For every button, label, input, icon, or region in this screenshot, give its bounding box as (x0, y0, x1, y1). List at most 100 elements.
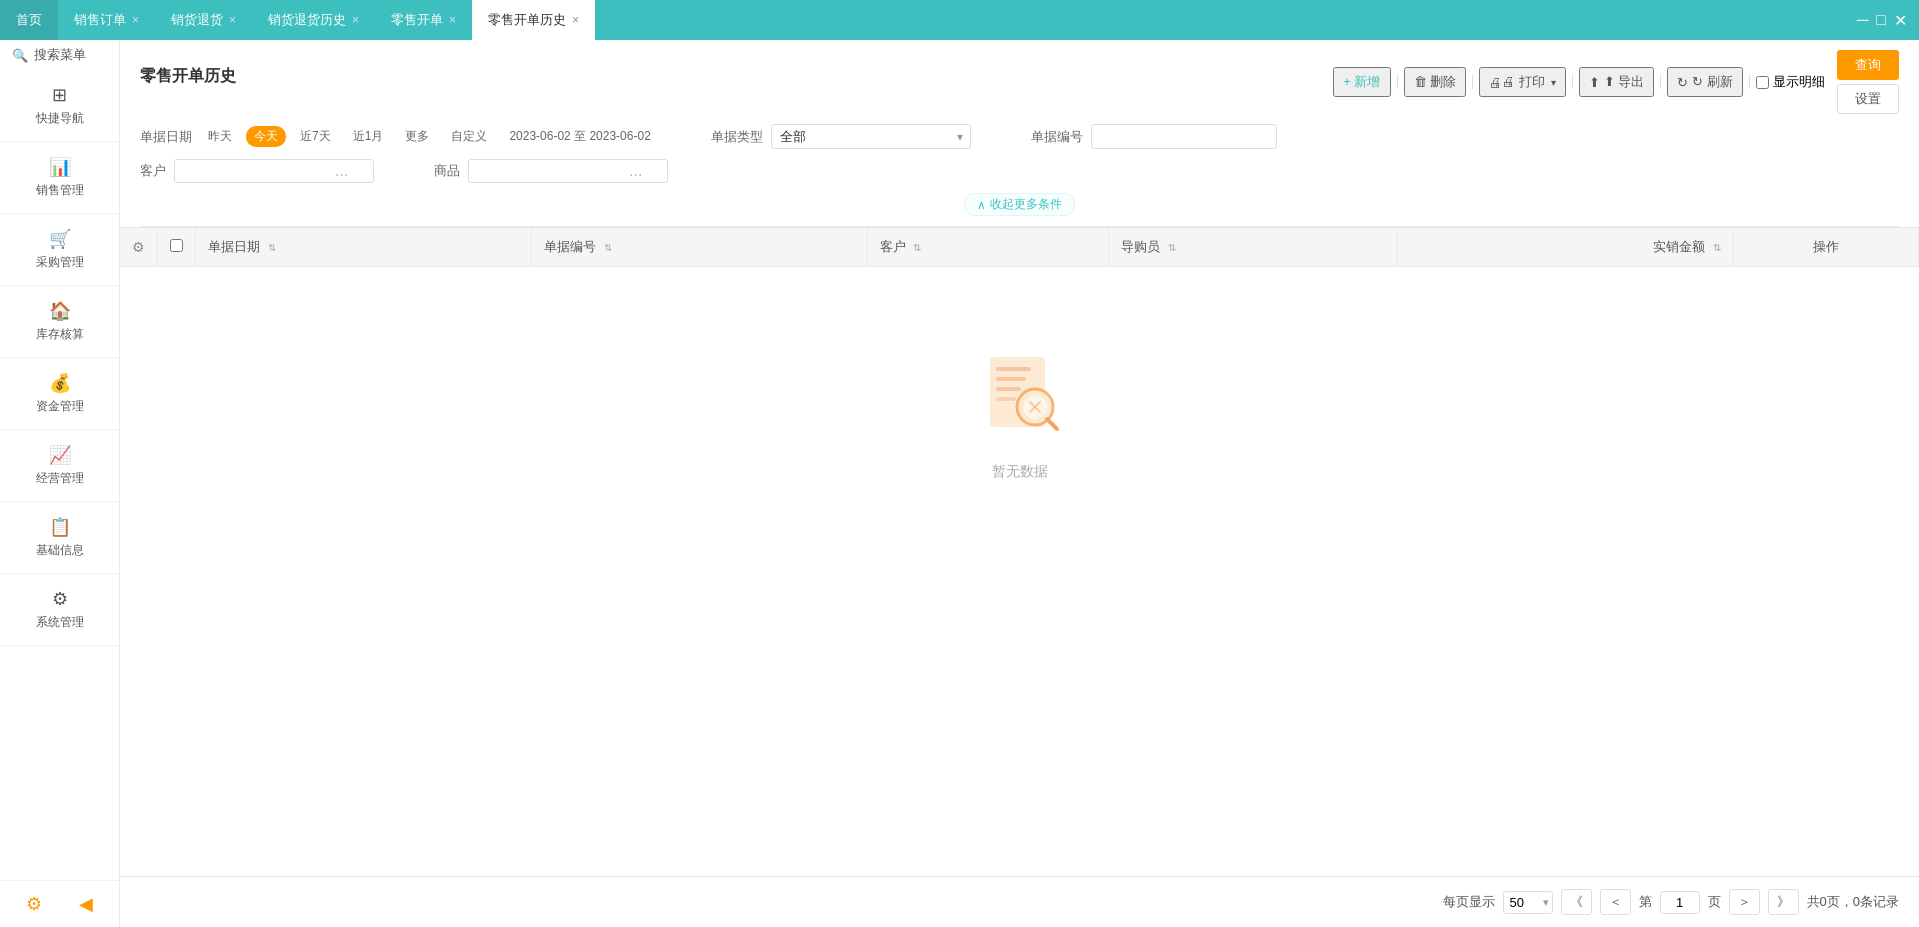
sidebar-item-sales-mgmt[interactable]: 📊 销售管理 (0, 142, 119, 214)
sidebar-item-inventory[interactable]: 🏠 库存核算 (0, 286, 119, 358)
search-icon: 🔍 (12, 48, 28, 63)
customer-dots-icon[interactable]: ... (331, 162, 352, 180)
date-last1m[interactable]: 近1月 (345, 126, 392, 147)
window-max-icon[interactable]: □ (1876, 11, 1886, 29)
header-actions: + 新增 🗑 删除 🖨 🖨 打印 ▾ ⬆ ⬆ 导出 (1333, 67, 1825, 97)
table-area: ⚙ 单据日期 ⇅ 单据编号 ⇅ (120, 228, 1919, 876)
th-amount: 实销金额 ⇅ (1398, 228, 1734, 267)
sidebar-search[interactable]: 🔍 搜索菜单 (0, 40, 119, 70)
sidebar-item-purchase-mgmt[interactable]: 🛒 采购管理 (0, 214, 119, 286)
date-last7[interactable]: 近7天 (292, 126, 339, 147)
svg-rect-1 (996, 367, 1031, 371)
divider4 (1660, 75, 1661, 89)
display-detail-checkbox[interactable] (1756, 76, 1769, 89)
tab-sales-return-history[interactable]: 销货退货历史 × (252, 0, 375, 40)
docno-input[interactable] (1091, 124, 1277, 149)
filter-row-2: 客户 ... 商品 ... (140, 159, 1899, 183)
customer-input-wrap[interactable]: ... (174, 159, 374, 183)
tab-sales-return-history-close[interactable]: × (352, 13, 359, 27)
content-area: 零售开单历史 + 新增 🗑 删除 🖨 🖨 打印 ▾ ⬆ ⬆ 导出 (120, 40, 1919, 927)
sort-docno-icon[interactable]: ⇅ (604, 242, 612, 253)
finance-icon: 💰 (49, 372, 71, 394)
type-select[interactable]: 全部 普通零售 会员零售 (771, 124, 971, 149)
tab-sales-order[interactable]: 销售订单 × (58, 0, 155, 40)
window-min-icon[interactable]: ─ (1857, 11, 1868, 29)
page-size-select[interactable]: 50 20 100 200 (1503, 891, 1553, 914)
window-close-icon[interactable]: ✕ (1894, 11, 1907, 30)
sidebar-item-operation[interactable]: 📈 经营管理 (0, 430, 119, 502)
page-number-input[interactable] (1660, 891, 1700, 914)
date-yesterday[interactable]: 昨天 (200, 126, 240, 147)
filter-row-1: 单据日期 昨天 今天 近7天 近1月 更多 自定义 2023-06-02 至 2… (140, 124, 1899, 149)
tab-sales-order-close[interactable]: × (132, 13, 139, 27)
th-checkbox (158, 228, 196, 267)
tab-sales-return[interactable]: 销货退货 × (155, 0, 252, 40)
sort-guide-icon[interactable]: ⇅ (1168, 242, 1176, 253)
export-button[interactable]: ⬆ ⬆ 导出 (1579, 67, 1655, 97)
table-settings-icon[interactable]: ⚙ (132, 239, 145, 255)
last-page-button[interactable]: 》 (1768, 889, 1799, 915)
empty-state: 暂无数据 (120, 267, 1919, 561)
top-nav: 首页 销售订单 × 销货退货 × 销货退货历史 × 零售开单 × 零售开单历史 … (0, 0, 1919, 40)
tab-home[interactable]: 首页 (0, 0, 58, 40)
date-today[interactable]: 今天 (246, 126, 286, 147)
type-select-wrap: 全部 普通零售 会员零售 (771, 124, 971, 149)
sys-mgmt-icon: ⚙ (52, 588, 68, 610)
sort-amount-icon[interactable]: ⇅ (1713, 242, 1721, 253)
select-all-checkbox[interactable] (170, 239, 183, 252)
print-button[interactable]: 🖨 🖨 打印 ▾ (1479, 67, 1566, 97)
tab-retail-open-history-close[interactable]: × (572, 13, 579, 27)
sort-customer-icon[interactable]: ⇅ (913, 242, 921, 253)
delete-button[interactable]: 🗑 删除 (1404, 67, 1467, 97)
settings-button[interactable]: 设置 (1837, 84, 1899, 114)
svg-rect-2 (996, 377, 1026, 381)
th-settings: ⚙ (120, 228, 158, 267)
purchase-mgmt-icon: 🛒 (49, 228, 71, 250)
quick-nav-icon: ⊞ (52, 84, 67, 106)
first-page-button[interactable]: 《 (1561, 889, 1592, 915)
date-custom[interactable]: 自定义 (443, 126, 495, 147)
filter-customer: 客户 ... (140, 159, 374, 183)
display-detail-checkbox-wrap[interactable]: 显示明细 (1756, 73, 1825, 91)
main-layout: 🔍 搜索菜单 ⊞ 快捷导航 📊 销售管理 🛒 采购管理 🏠 库存核算 💰 资金管… (0, 40, 1919, 927)
window-controls: ─ □ ✕ (1857, 11, 1919, 30)
next-page-button[interactable]: ＞ (1729, 889, 1760, 915)
sales-mgmt-icon: 📊 (49, 156, 71, 178)
customer-input[interactable] (181, 164, 331, 179)
goods-dots-icon[interactable]: ... (625, 162, 646, 180)
settings-footer-icon[interactable]: ⚙ (26, 893, 42, 915)
tab-retail-open-history[interactable]: 零售开单历史 × (472, 0, 595, 40)
goods-input[interactable] (475, 164, 625, 179)
collapse-sidebar-icon[interactable]: ◀ (79, 893, 93, 915)
svg-rect-4 (996, 397, 1016, 401)
divider5 (1749, 75, 1750, 89)
sort-date-icon[interactable]: ⇅ (268, 242, 276, 253)
filter-docno: 单据编号 (1031, 124, 1277, 149)
collapse-icon: ∧ (977, 198, 986, 212)
page-title: 零售开单历史 (140, 66, 236, 87)
sidebar-item-quick-nav[interactable]: ⊞ 快捷导航 (0, 70, 119, 142)
svg-rect-3 (996, 387, 1021, 391)
table-header: ⚙ 单据日期 ⇅ 单据编号 ⇅ (120, 228, 1919, 267)
sidebar-item-basic-info[interactable]: 📋 基础信息 (0, 502, 119, 574)
tab-sales-return-close[interactable]: × (229, 13, 236, 27)
sidebar-item-finance[interactable]: 💰 资金管理 (0, 358, 119, 430)
filter-area: 单据日期 昨天 今天 近7天 近1月 更多 自定义 2023-06-02 至 2… (140, 124, 1899, 227)
goods-input-wrap[interactable]: ... (468, 159, 668, 183)
empty-icon (970, 347, 1070, 447)
date-more[interactable]: 更多 (397, 126, 437, 147)
refresh-button[interactable]: ↻ ↻ 刷新 (1667, 67, 1743, 97)
operation-icon: 📈 (49, 444, 71, 466)
prev-page-button[interactable]: ＜ (1600, 889, 1631, 915)
tab-retail-open-close[interactable]: × (449, 13, 456, 27)
query-button[interactable]: 查询 (1837, 50, 1899, 80)
sidebar-item-sys-mgmt[interactable]: ⚙ 系统管理 (0, 574, 119, 646)
tab-retail-open[interactable]: 零售开单 × (375, 0, 472, 40)
th-date: 单据日期 ⇅ (196, 228, 532, 267)
th-guide: 导购员 ⇅ (1109, 228, 1398, 267)
add-button[interactable]: + 新增 (1333, 67, 1390, 97)
print-dropdown-icon[interactable]: ▾ (1551, 77, 1556, 88)
inventory-icon: 🏠 (49, 300, 71, 322)
basic-info-icon: 📋 (49, 516, 71, 538)
collapse-button[interactable]: ∧ 收起更多条件 (964, 193, 1075, 216)
